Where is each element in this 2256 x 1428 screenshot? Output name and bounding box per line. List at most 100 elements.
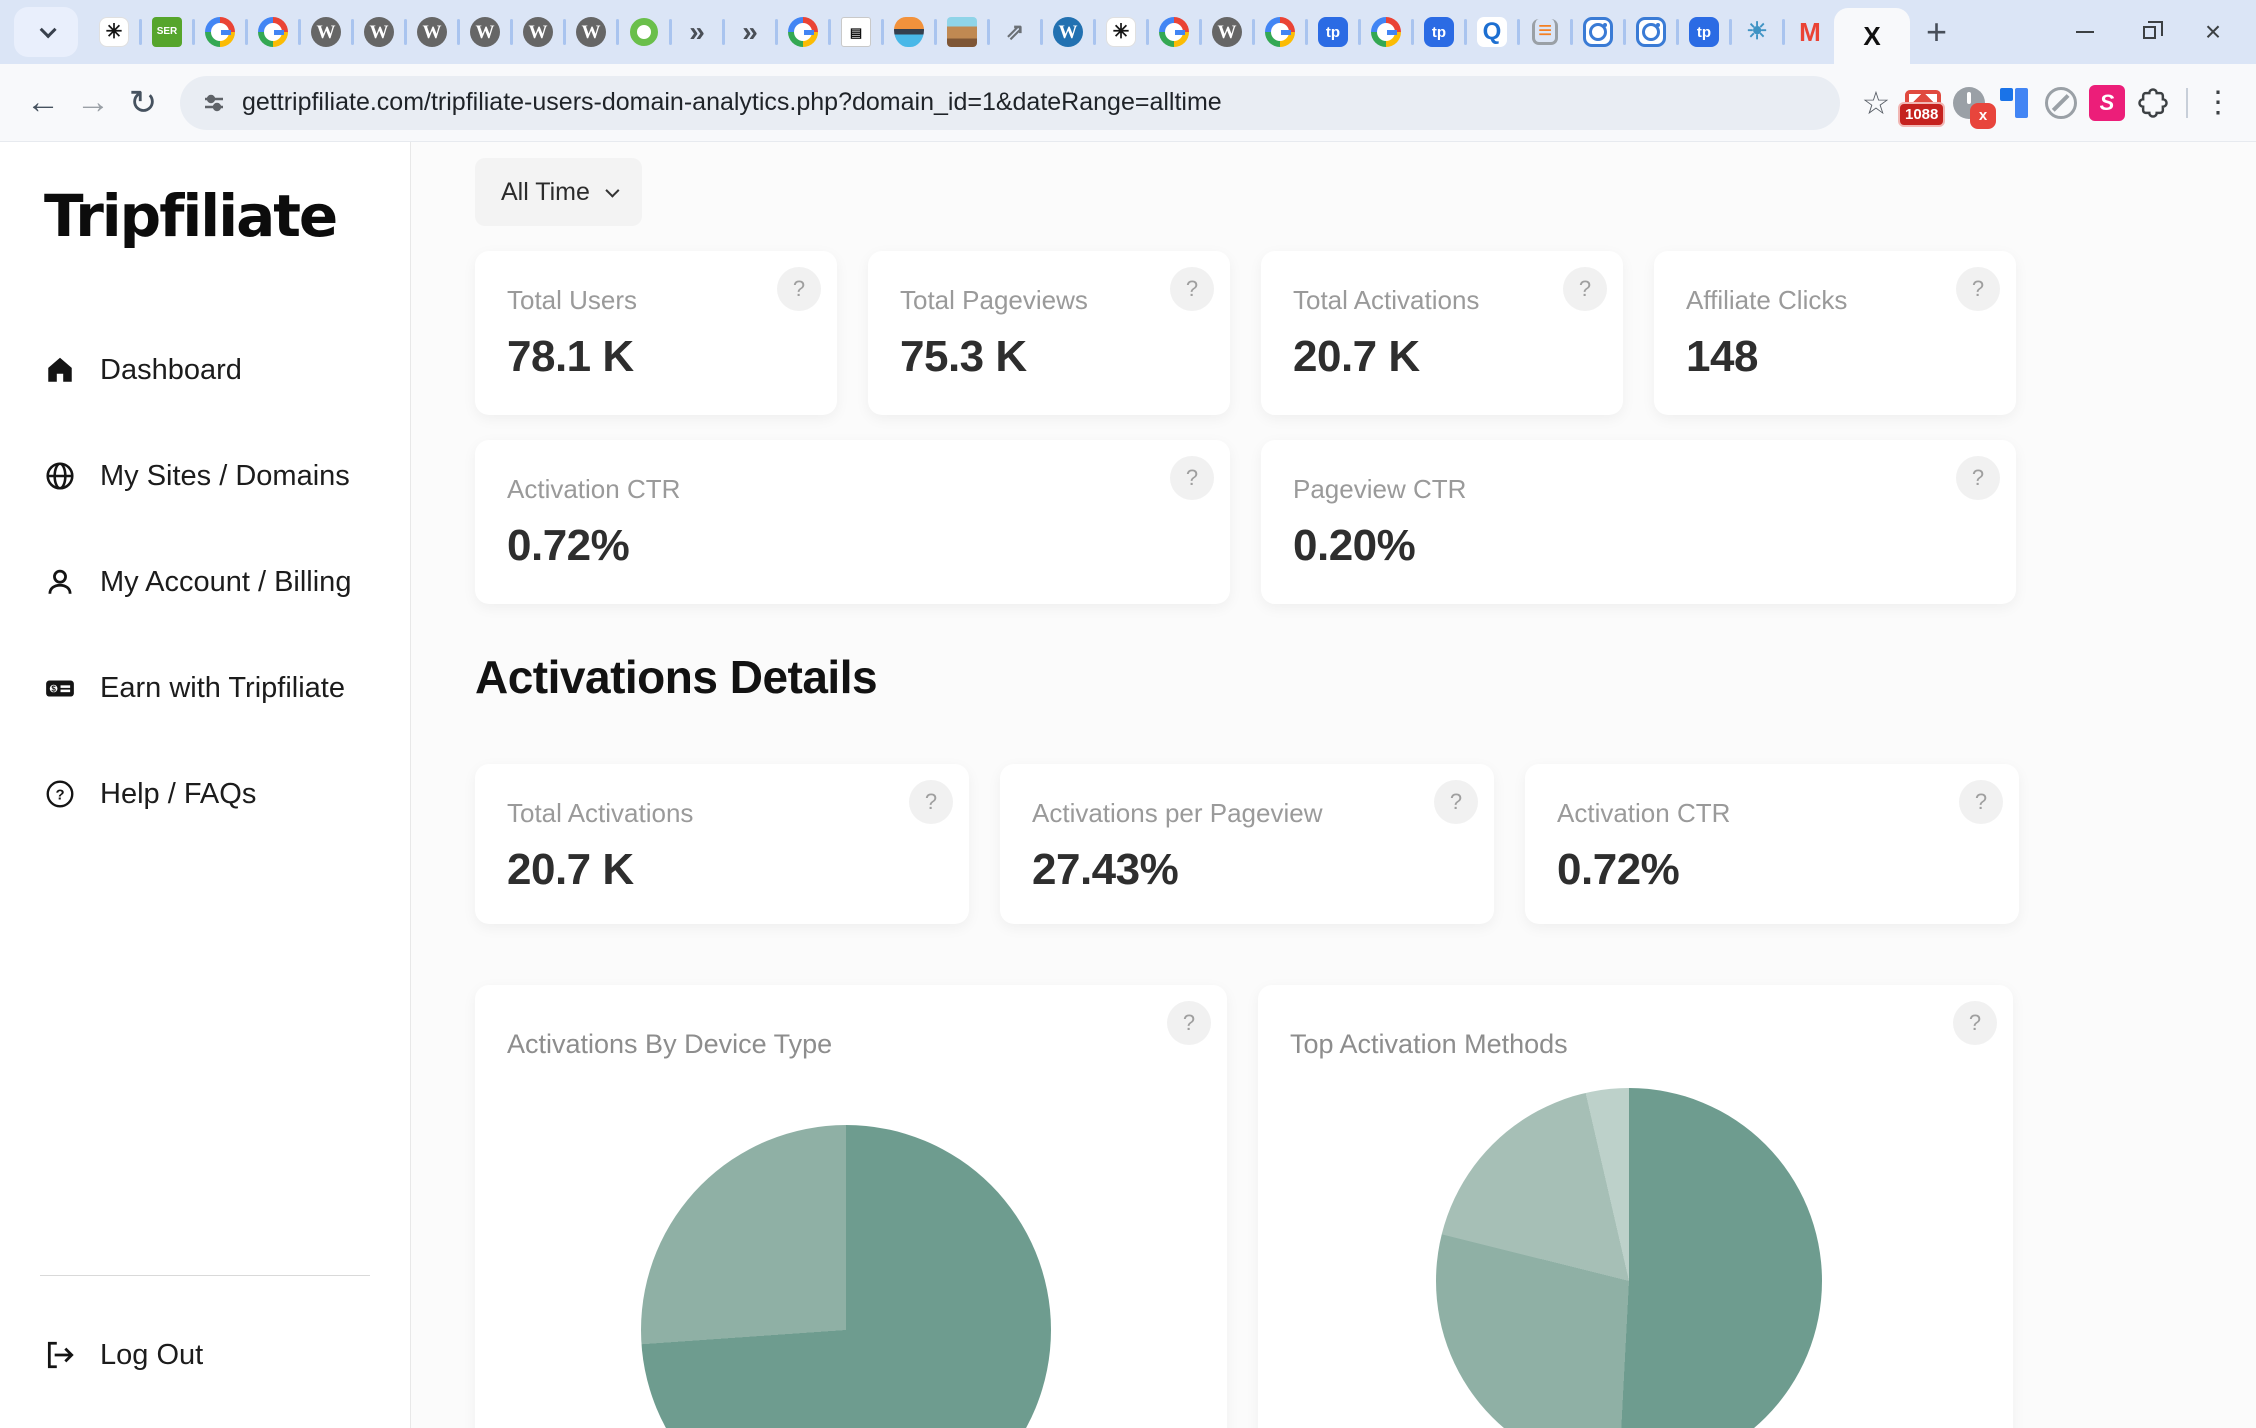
date-range-dropdown[interactable]: All Time — [475, 158, 642, 226]
pinned-tab-ser[interactable]: SER — [149, 4, 185, 60]
tab-separator — [1252, 19, 1255, 45]
pinned-tab-tp[interactable]: tp — [1315, 4, 1351, 60]
close-button[interactable]: × — [2196, 15, 2230, 49]
pinned-tab-google[interactable] — [255, 4, 291, 60]
pinned-tab-google[interactable] — [1156, 4, 1192, 60]
forward-button[interactable]: → — [68, 78, 118, 128]
sidebar-item-earn-with-tripfiliate[interactable]: $ Earn with Tripfiliate — [0, 656, 410, 720]
chatgpt-favicon-icon: ✳ — [99, 17, 129, 47]
pinned-tab-wp-gray[interactable]: W — [361, 4, 397, 60]
help-icon[interactable]: ? — [1956, 456, 2000, 500]
payout-card-icon: $ — [44, 672, 76, 704]
new-tab-button[interactable]: + — [1926, 14, 1947, 50]
site-settings-icon[interactable] — [202, 91, 226, 115]
pinned-tab-wp-gray[interactable]: W — [308, 4, 344, 60]
tp-favicon-icon: tp — [1424, 17, 1454, 47]
pinned-tab-wp-blue[interactable]: W — [1050, 4, 1086, 60]
svg-text:?: ? — [55, 786, 64, 803]
minimize-button[interactable] — [2068, 15, 2102, 49]
sidebar-item-my-account-billing[interactable]: My Account / Billing — [0, 550, 410, 614]
pinned-tab-wp-gray[interactable]: W — [414, 4, 450, 60]
tab-strip: ✳ SER W W W W W W»» ▤ ⇗ W ✳ Wtp tp Q ≡ tp ☀ M X + × — [0, 0, 2256, 64]
pinned-tab-wp-gray[interactable]: W — [467, 4, 503, 60]
pinned-tab-ff[interactable]: » — [732, 4, 768, 60]
pinned-tab-google[interactable] — [1262, 4, 1298, 60]
sidebar-item-my-sites-domains[interactable]: My Sites / Domains — [0, 444, 410, 508]
pinned-tab-rays[interactable]: ☀ — [1739, 4, 1775, 60]
back-button[interactable]: ← — [18, 78, 68, 128]
pinned-tab-instagram[interactable] — [1580, 4, 1616, 60]
browser-menu-button[interactable]: ⋮ — [2198, 79, 2238, 127]
tab-separator — [563, 19, 566, 45]
pinned-tab-wp-gray[interactable]: W — [573, 4, 609, 60]
pinned-tab-wp-gray[interactable]: W — [520, 4, 556, 60]
pinned-tab-chatgpt[interactable]: ✳ — [96, 4, 132, 60]
wp-gray-favicon-icon: W — [1212, 17, 1242, 47]
tab-separator — [139, 19, 142, 45]
help-icon[interactable]: ? — [777, 267, 821, 311]
stats-row-2: ? Activation CTR 0.72% ? Pageview CTR 0.… — [475, 440, 2016, 604]
rays-favicon-icon: ☀ — [1746, 18, 1768, 45]
tab-separator — [722, 19, 725, 45]
ff-favicon-icon: » — [742, 16, 758, 47]
help-icon[interactable]: ? — [1170, 267, 1214, 311]
sidebar-item-help-faqs[interactable]: ? Help / FAQs — [0, 762, 410, 826]
pinned-tab-roadmap[interactable]: ▤ — [838, 4, 874, 60]
help-icon[interactable]: ? — [1434, 780, 1478, 824]
pinned-tab-wp-gray[interactable]: W — [1209, 4, 1245, 60]
pink-extension-icon[interactable]: S — [2084, 79, 2130, 127]
extensions-menu-button[interactable] — [2130, 79, 2176, 127]
tab-separator — [457, 19, 460, 45]
slashed-circle-extension-icon[interactable] — [2038, 79, 2084, 127]
stat-value: 20.7 K — [507, 845, 634, 894]
active-tab-site-x[interactable]: X — [1834, 8, 1910, 64]
restore-icon — [2142, 20, 2163, 39]
pinned-tab-google[interactable] — [785, 4, 821, 60]
tab-separator — [245, 19, 248, 45]
tab-separator — [1358, 19, 1361, 45]
page-content: Tripfiliate Dashboard My Sites / Domains — [0, 141, 2256, 1428]
help-icon[interactable]: ? — [1167, 1001, 1211, 1045]
blue-bars-extension-icon[interactable] — [1992, 79, 2038, 127]
pinned-tab-ff[interactable]: » — [679, 4, 715, 60]
power-extension-icon[interactable]: x — [1946, 79, 1996, 129]
sidebar-item-label: My Account / Billing — [100, 565, 352, 598]
tab-separator — [1146, 19, 1149, 45]
tab-separator — [1411, 19, 1414, 45]
help-icon[interactable]: ? — [1953, 1001, 1997, 1045]
ser-favicon-icon: SER — [152, 17, 182, 47]
green-ring-favicon-icon — [630, 18, 658, 46]
pinned-tab-gmail[interactable]: M — [1792, 4, 1828, 60]
pinned-tab-google[interactable] — [1368, 4, 1404, 60]
pinned-tab-instagram[interactable] — [1633, 4, 1669, 60]
pinned-tab-green-ring[interactable] — [626, 4, 662, 60]
tab-search-button[interactable] — [14, 7, 78, 57]
tab-separator — [404, 19, 407, 45]
sidebar-item-label: Dashboard — [100, 353, 242, 386]
instagram-favicon-icon — [1636, 17, 1666, 47]
sidebar-item-dashboard[interactable]: Dashboard — [0, 338, 410, 402]
reload-button[interactable]: ↻ — [118, 78, 168, 128]
main-content: All Time ? Total Users 78.1 K ? Total Pa… — [411, 142, 2256, 1428]
help-icon[interactable]: ? — [909, 780, 953, 824]
pinned-tab-stackoverflow[interactable]: ≡ — [1527, 4, 1563, 60]
help-icon[interactable]: ? — [1956, 267, 2000, 311]
gmail-checker-extension-icon[interactable]: 1088 — [1898, 79, 1946, 127]
help-icon[interactable]: ? — [1170, 456, 1214, 500]
sidebar-item-label: My Sites / Domains — [100, 459, 350, 492]
pinned-tab-google[interactable] — [202, 4, 238, 60]
help-icon[interactable]: ? — [1959, 780, 2003, 824]
bookmark-star-icon[interactable]: ☆ — [1852, 79, 1900, 127]
restore-button[interactable] — [2132, 15, 2166, 49]
address-bar[interactable]: gettripfiliate.com/tripfiliate-users-dom… — [180, 75, 1840, 130]
pinned-tab-tp[interactable]: tp — [1686, 4, 1722, 60]
pinned-tab-tp[interactable]: tp — [1421, 4, 1457, 60]
help-icon[interactable]: ? — [1563, 267, 1607, 311]
pinned-tab-chatgpt[interactable]: ✳ — [1103, 4, 1139, 60]
pinned-tab-luggage[interactable]: ⇗ — [997, 4, 1033, 60]
logout-button[interactable]: Log Out — [44, 1323, 203, 1387]
pinned-tab-photo[interactable] — [944, 4, 980, 60]
pinned-tab-q[interactable]: Q — [1474, 4, 1510, 60]
pinned-tab-travel-pin[interactable] — [891, 4, 927, 60]
tab-strip-tabs: ✳ SER W W W W W W»» ▤ ⇗ W ✳ Wtp tp Q ≡ tp ☀ M X — [96, 0, 1912, 64]
